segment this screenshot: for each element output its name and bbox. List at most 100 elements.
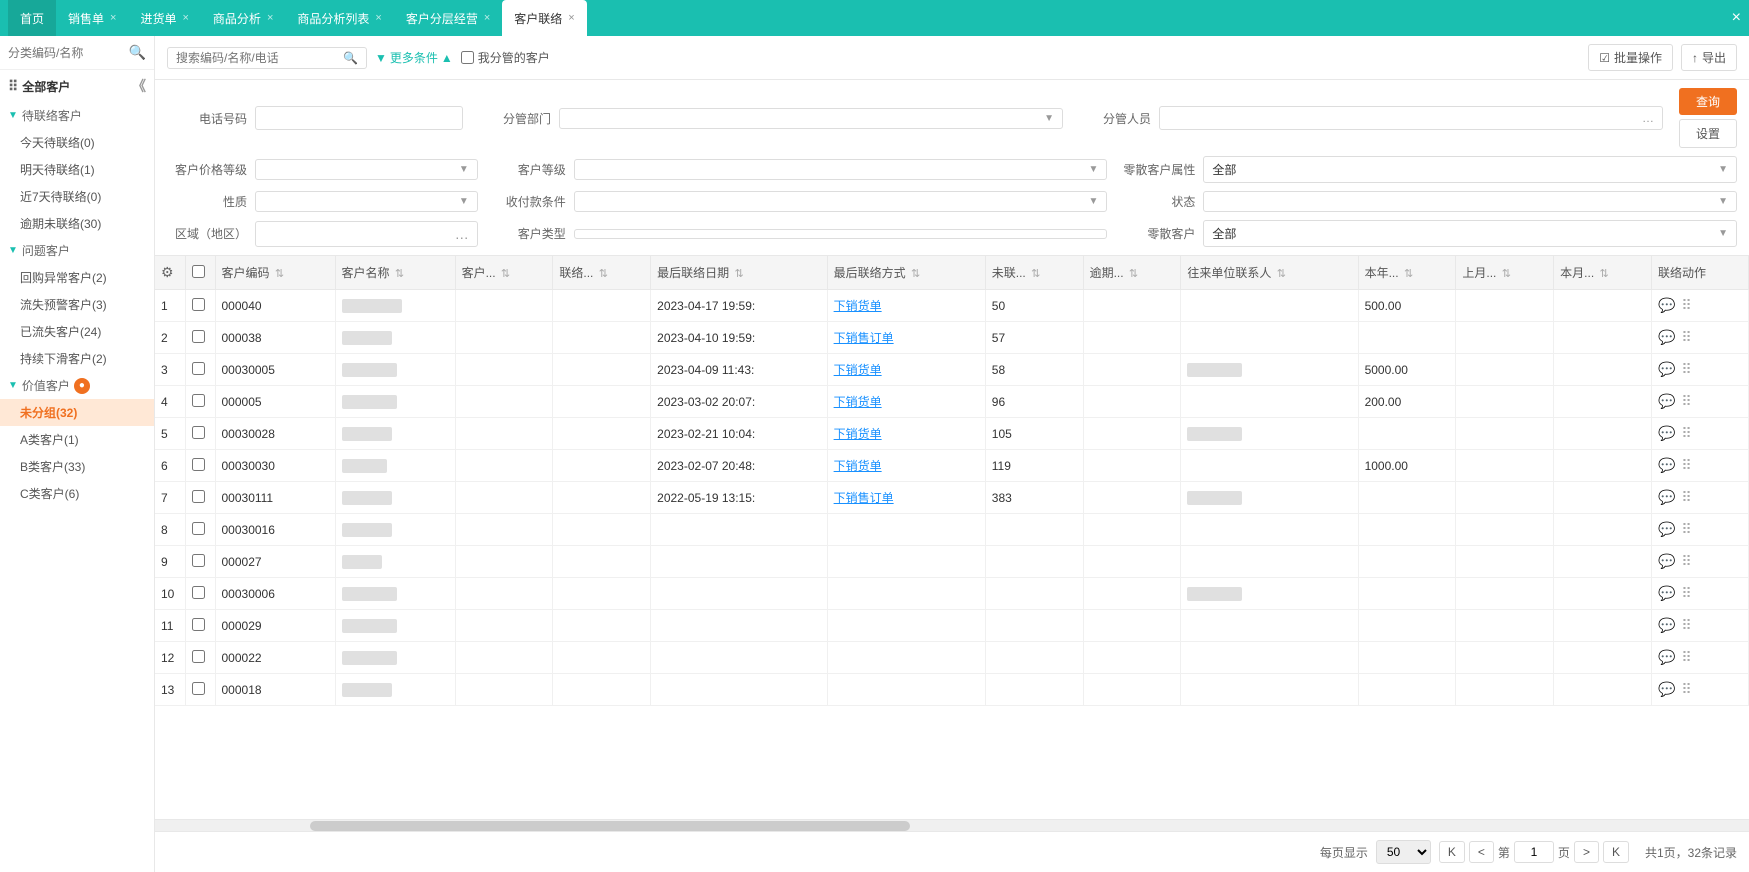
chat-icon[interactable]: 💬 (1658, 585, 1675, 602)
cell-checkbox[interactable] (185, 290, 215, 322)
per-page-select[interactable]: 50 100 200 (1376, 840, 1431, 864)
tab-purchase[interactable]: 进货单 × (128, 0, 200, 36)
tab-product-analysis-list-close[interactable]: × (375, 12, 381, 24)
window-close-icon[interactable]: × (1732, 9, 1741, 27)
customer-type-select[interactable] (574, 229, 1108, 239)
qr-icon[interactable]: ⠿ (1681, 329, 1691, 346)
contact-method-link[interactable]: 下销货单 (834, 459, 882, 473)
dept-select[interactable]: ▼ (559, 108, 1063, 129)
retail-attr-select[interactable]: 全部 ▼ (1203, 156, 1737, 183)
qr-icon[interactable]: ⠿ (1681, 489, 1691, 506)
problem-group[interactable]: ▼ 问题客户 (0, 237, 154, 264)
qr-icon[interactable]: ⠿ (1681, 521, 1691, 538)
sidebar-item-a-class[interactable]: A类客户(1) (0, 426, 154, 453)
cell-checkbox[interactable] (185, 322, 215, 354)
all-customers-header[interactable]: ⠿ 全部客户 《 (0, 70, 154, 102)
filter-more-button[interactable]: ▼ 更多条件 ▲ (375, 49, 453, 66)
tab-sales-close[interactable]: × (110, 12, 116, 24)
first-page-button[interactable]: K (1439, 841, 1465, 863)
sidebar-search-input[interactable] (8, 46, 129, 60)
row-checkbox[interactable] (192, 330, 205, 343)
row-checkbox[interactable] (192, 490, 205, 503)
chat-icon[interactable]: 💬 (1658, 649, 1675, 666)
sidebar-item-churned[interactable]: 已流失客户(24) (0, 318, 154, 345)
tab-customer-segment[interactable]: 客户分层经营 × (394, 0, 502, 36)
qr-icon[interactable]: ⠿ (1681, 297, 1691, 314)
row-checkbox[interactable] (192, 554, 205, 567)
chat-icon[interactable]: 💬 (1658, 457, 1675, 474)
tab-product-analysis[interactable]: 商品分析 × (201, 0, 285, 36)
chat-icon[interactable]: 💬 (1658, 297, 1675, 314)
qr-icon[interactable]: ⠿ (1681, 649, 1691, 666)
row-checkbox[interactable] (192, 650, 205, 663)
qr-icon[interactable]: ⠿ (1681, 681, 1691, 698)
tab-customer-segment-close[interactable]: × (484, 12, 490, 24)
filter-search-icon[interactable]: 🔍 (343, 51, 358, 65)
sidebar-item-declining[interactable]: 持续下滑客户(2) (0, 345, 154, 372)
th-settings[interactable]: ⚙ (155, 256, 185, 290)
contact-method-link[interactable]: 下销货单 (834, 299, 882, 313)
cell-checkbox[interactable] (185, 514, 215, 546)
sidebar-item-c-class[interactable]: C类客户(6) (0, 480, 154, 507)
contact-method-link[interactable]: 下销售订单 (834, 491, 894, 505)
page-input[interactable] (1514, 841, 1554, 863)
price-level-select[interactable]: ▼ (255, 159, 478, 180)
row-checkbox[interactable] (192, 458, 205, 471)
qr-icon[interactable]: ⠿ (1681, 553, 1691, 570)
chat-icon[interactable]: 💬 (1658, 553, 1675, 570)
sidebar-item-7day-pending[interactable]: 近7天待联络(0) (0, 183, 154, 210)
settings-icon[interactable]: ⚙ (161, 264, 174, 280)
query-button[interactable]: 查询 (1679, 88, 1737, 115)
status-select[interactable]: ▼ (1203, 191, 1737, 212)
sidebar-search-icon[interactable]: 🔍 (129, 44, 146, 61)
tab-product-analysis-list[interactable]: 商品分析列表 × (285, 0, 393, 36)
cell-checkbox[interactable] (185, 642, 215, 674)
row-checkbox[interactable] (192, 618, 205, 631)
chat-icon[interactable]: 💬 (1658, 393, 1675, 410)
cell-checkbox[interactable] (185, 578, 215, 610)
value-group[interactable]: ▼ 价值客户 ● (0, 372, 154, 399)
qr-icon[interactable]: ⠿ (1681, 393, 1691, 410)
select-all-checkbox[interactable] (192, 265, 205, 278)
row-checkbox[interactable] (192, 298, 205, 311)
phone-input[interactable] (255, 106, 463, 130)
customer-level-select[interactable]: ▼ (574, 159, 1108, 180)
retail-customer-select[interactable]: 全部 ▼ (1203, 220, 1737, 247)
qr-icon[interactable]: ⠿ (1681, 425, 1691, 442)
row-checkbox[interactable] (192, 426, 205, 439)
qr-icon[interactable]: ⠿ (1681, 585, 1691, 602)
contact-method-link[interactable]: 下销货单 (834, 395, 882, 409)
next-page-button[interactable]: > (1574, 841, 1599, 863)
sidebar-item-repurchase-abnormal[interactable]: 回购异常客户(2) (0, 264, 154, 291)
chat-icon[interactable]: 💬 (1658, 681, 1675, 698)
scrollbar-thumb[interactable] (310, 821, 910, 831)
sidebar-item-churn-warning[interactable]: 流失预警客户(3) (0, 291, 154, 318)
cell-checkbox[interactable] (185, 546, 215, 578)
qr-icon[interactable]: ⠿ (1681, 617, 1691, 634)
chat-icon[interactable]: 💬 (1658, 617, 1675, 634)
chat-icon[interactable]: 💬 (1658, 329, 1675, 346)
payment-select[interactable]: ▼ (574, 191, 1108, 212)
chat-icon[interactable]: 💬 (1658, 425, 1675, 442)
qr-icon[interactable]: ⠿ (1681, 457, 1691, 474)
contact-method-link[interactable]: 下销货单 (834, 427, 882, 441)
chat-icon[interactable]: 💬 (1658, 521, 1675, 538)
scrollbar-area[interactable] (155, 819, 1749, 831)
reset-button[interactable]: 设置 (1679, 119, 1737, 148)
chat-icon[interactable]: 💬 (1658, 489, 1675, 506)
chat-icon[interactable]: 💬 (1658, 361, 1675, 378)
cell-checkbox[interactable] (185, 482, 215, 514)
staff-select[interactable]: … (1159, 106, 1663, 130)
cell-checkbox[interactable] (185, 674, 215, 706)
pending-group[interactable]: ▼ 待联络客户 (0, 102, 154, 129)
row-checkbox[interactable] (192, 682, 205, 695)
sidebar-item-tomorrow-pending[interactable]: 明天待联络(1) (0, 156, 154, 183)
cell-checkbox[interactable] (185, 450, 215, 482)
contact-method-link[interactable]: 下销售订单 (834, 331, 894, 345)
row-checkbox[interactable] (192, 586, 205, 599)
prev-page-button[interactable]: < (1469, 841, 1494, 863)
filter-search-input[interactable] (176, 51, 343, 65)
tab-product-analysis-close[interactable]: × (267, 12, 273, 24)
sidebar-item-ungrouped[interactable]: 未分组(32) (0, 399, 154, 426)
qr-icon[interactable]: ⠿ (1681, 361, 1691, 378)
